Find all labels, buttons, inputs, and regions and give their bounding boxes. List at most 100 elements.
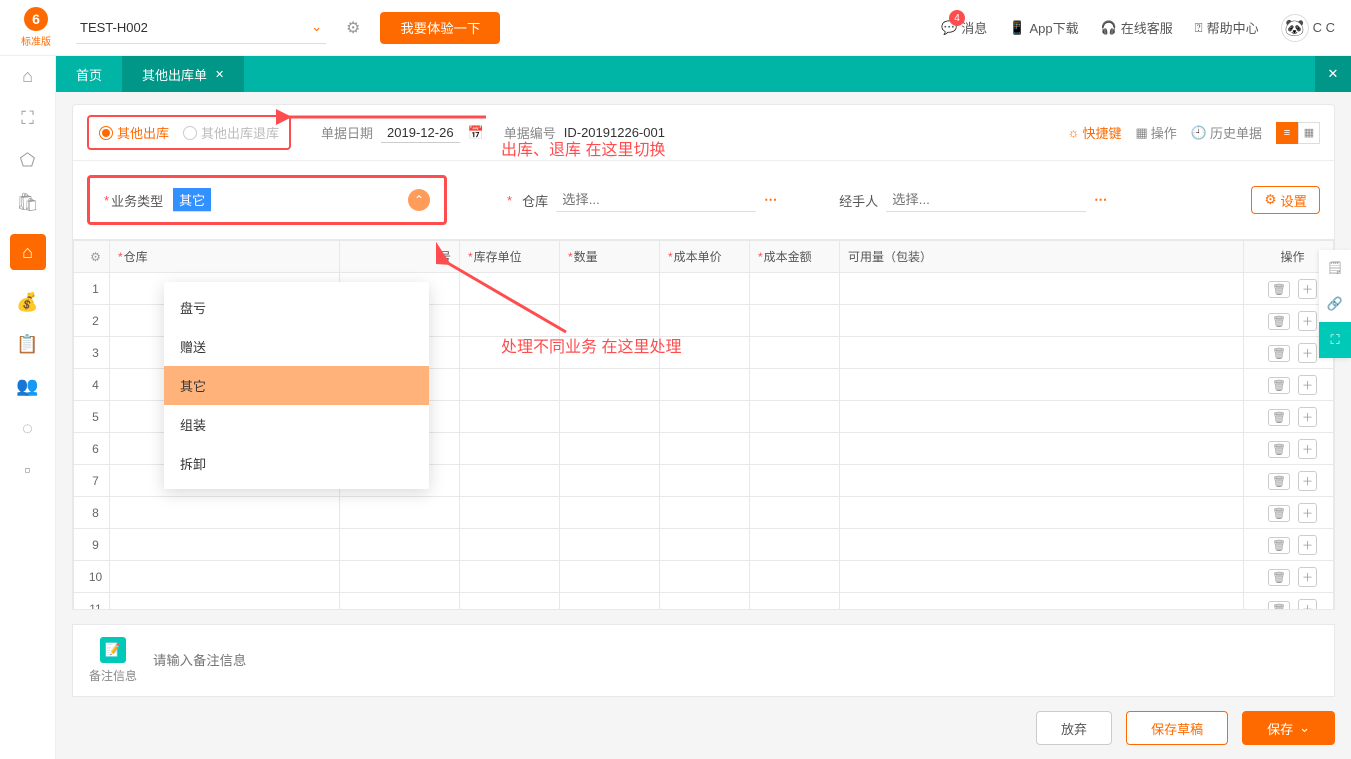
warehouse-select[interactable] — [556, 188, 756, 212]
discard-button[interactable]: 放弃 — [1036, 711, 1112, 745]
chevron-up-icon[interactable]: ⌃ — [408, 189, 430, 211]
org-selector[interactable]: TEST-H002 ⌄ — [76, 12, 326, 44]
col-available: 可用量（包装） — [840, 241, 1244, 273]
delete-row-icon[interactable]: 🗑 — [1268, 409, 1290, 426]
delete-row-icon[interactable]: 🗑 — [1268, 345, 1290, 362]
radio-circle-icon — [99, 126, 113, 140]
remark-input[interactable] — [153, 646, 1318, 676]
table-settings-icon[interactable]: ⚙ — [74, 241, 110, 273]
clipboard-icon[interactable]: 📋 — [18, 334, 38, 354]
table-row[interactable]: 11 🗑＋ — [74, 593, 1334, 611]
messages-link[interactable]: 💬 消息 4 — [941, 18, 987, 37]
delete-row-icon[interactable]: 🗑 — [1268, 473, 1290, 490]
dropdown-option[interactable]: 赠送 — [164, 327, 429, 366]
handler-select[interactable] — [886, 188, 1086, 212]
add-row-icon[interactable]: ＋ — [1298, 567, 1317, 587]
history-label: 历史单据 — [1210, 123, 1262, 142]
calendar-icon[interactable]: 📅 — [468, 125, 484, 141]
view-grid-icon[interactable]: ▦ — [1298, 122, 1320, 144]
note-icon: 📝 — [100, 637, 126, 663]
dropdown-option[interactable]: 盘亏 — [164, 288, 429, 327]
add-row-icon[interactable]: ＋ — [1298, 439, 1317, 459]
delete-row-icon[interactable]: 🗑 — [1268, 601, 1290, 611]
required-mark: * — [507, 193, 512, 208]
delete-row-icon[interactable]: 🗑 — [1268, 441, 1290, 458]
warehouse-icon[interactable]: ⌂ — [10, 234, 46, 270]
tab-home[interactable]: 首页 — [56, 56, 122, 92]
add-row-icon[interactable]: ＋ — [1298, 311, 1317, 331]
top-header: 6 标准版 TEST-H002 ⌄ ⚙ 我要体验一下 💬 消息 4 📱 App下… — [0, 0, 1351, 56]
doc-no-label: 单据编号 — [504, 123, 556, 142]
add-row-icon[interactable]: ＋ — [1298, 343, 1317, 363]
more-dots-icon[interactable]: ⋯ — [1094, 192, 1109, 208]
settings-gear-icon[interactable]: ⚙ — [346, 18, 360, 38]
help-center-link[interactable]: ⍰ 帮助中心 — [1195, 18, 1259, 37]
brand-logo: 6 标准版 — [16, 7, 56, 48]
table-row[interactable]: 10 🗑＋ — [74, 561, 1334, 593]
tab-close-all[interactable]: ✕ — [1315, 56, 1351, 92]
delete-row-icon[interactable]: 🗑 — [1268, 281, 1290, 298]
more-dots-icon[interactable]: ⋯ — [764, 192, 779, 208]
history-action[interactable]: 🕘历史单据 — [1191, 123, 1262, 142]
view-list-icon[interactable]: ≡ — [1276, 122, 1298, 144]
link-tool-icon[interactable]: 🔗 — [1319, 286, 1351, 322]
expand-tool-icon[interactable]: ⛶ — [1319, 322, 1351, 358]
dropdown-option[interactable]: 组装 — [164, 405, 429, 444]
add-row-icon[interactable]: ＋ — [1298, 471, 1317, 491]
save-button[interactable]: 保存 ⌄ — [1242, 711, 1335, 745]
radio-other-return[interactable]: 其他出库退库 — [183, 123, 279, 142]
user-menu[interactable]: 🐼 C C — [1281, 14, 1335, 42]
settings-button[interactable]: ⚙ 设置 — [1251, 186, 1320, 214]
delete-row-icon[interactable]: 🗑 — [1268, 505, 1290, 522]
home-icon[interactable]: ⌂ — [18, 66, 38, 86]
table-row[interactable]: 8 🗑＋ — [74, 497, 1334, 529]
col-cost-price: *成本单价 — [660, 241, 750, 273]
doc-date-meta: 单据日期 2019-12-26 📅 — [321, 123, 484, 143]
save-draft-button[interactable]: 保存草稿 — [1126, 711, 1228, 745]
add-row-icon[interactable]: ＋ — [1298, 503, 1317, 523]
doc-date-value[interactable]: 2019-12-26 — [381, 123, 460, 143]
messages-badge: 4 — [949, 10, 965, 26]
dropdown-option[interactable]: 其它 — [164, 366, 429, 405]
required-mark: * — [104, 193, 109, 208]
biz-type-select[interactable]: 其它 — [173, 188, 211, 212]
add-row-icon[interactable]: ＋ — [1298, 407, 1317, 427]
dropdown-option[interactable]: 拆卸 — [164, 444, 429, 483]
gear-icon: ⚙ — [1264, 192, 1276, 208]
doc-no-meta: 单据编号 ID-20191226-001 — [504, 123, 665, 142]
add-row-icon[interactable]: ＋ — [1298, 535, 1317, 555]
doc-no-value: ID-20191226-001 — [564, 125, 665, 140]
table-row[interactable]: 9 🗑＋ — [74, 529, 1334, 561]
shortcut-action[interactable]: ☼快捷键 — [1068, 123, 1122, 142]
add-row-icon[interactable]: ＋ — [1298, 599, 1317, 611]
avatar-icon: 🐼 — [1281, 14, 1309, 42]
tab-close-icon[interactable]: ✕ — [215, 68, 224, 81]
messages-label: 消息 — [961, 18, 987, 37]
cart-icon[interactable]: 🛍 — [18, 192, 38, 212]
operate-action[interactable]: ▦操作 — [1135, 123, 1176, 142]
money-icon[interactable]: 💰 — [18, 292, 38, 312]
add-row-icon[interactable]: ＋ — [1298, 375, 1317, 395]
online-service-link[interactable]: 🎧 在线客服 — [1101, 18, 1173, 37]
app-download-link[interactable]: 📱 App下载 — [1009, 18, 1078, 37]
handler-label: 经手人 — [839, 191, 878, 210]
sync-icon[interactable]: ◌ — [18, 418, 38, 438]
delete-row-icon[interactable]: 🗑 — [1268, 569, 1290, 586]
radio-other-out[interactable]: 其他出库 — [99, 123, 169, 142]
people-icon[interactable]: 👥 — [18, 376, 38, 396]
phone-icon: 📱 — [1009, 20, 1025, 36]
more-icon[interactable]: ▫ — [18, 460, 38, 480]
tab-other-out[interactable]: 其他出库单 ✕ — [122, 56, 244, 92]
gift-icon[interactable]: ⛶ — [18, 108, 38, 128]
handler-field: 经手人 ⋯ — [839, 188, 1109, 212]
tag-icon[interactable]: ⬠ — [18, 150, 38, 170]
promo-button[interactable]: 我要体验一下 — [380, 12, 500, 44]
add-row-icon[interactable]: ＋ — [1298, 279, 1317, 299]
delete-row-icon[interactable]: 🗑 — [1268, 537, 1290, 554]
delete-row-icon[interactable]: 🗑 — [1268, 313, 1290, 330]
footer-actions: 放弃 保存草稿 保存 ⌄ — [72, 697, 1335, 759]
top-right-nav: 💬 消息 4 📱 App下载 🎧 在线客服 ⍰ 帮助中心 🐼 C C — [941, 14, 1335, 42]
note-tool-icon[interactable]: 🗒 — [1319, 250, 1351, 286]
delete-row-icon[interactable]: 🗑 — [1268, 377, 1290, 394]
right-float-toolbar: 🗒 🔗 ⛶ — [1319, 250, 1351, 358]
